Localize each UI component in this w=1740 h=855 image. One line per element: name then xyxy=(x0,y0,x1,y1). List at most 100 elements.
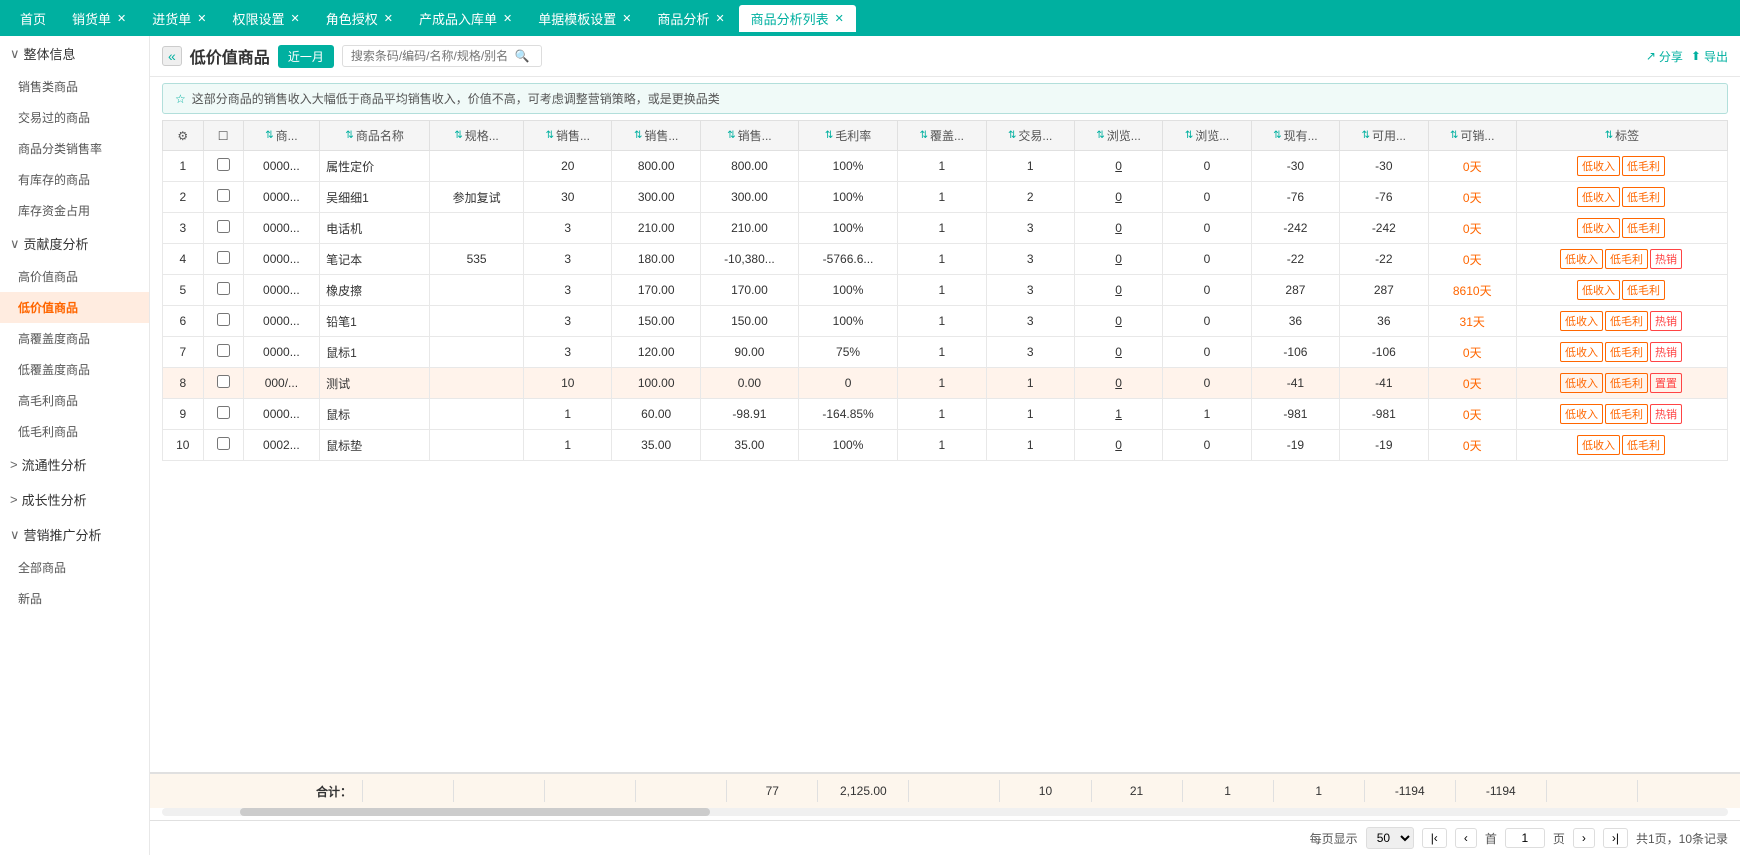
browse1-link[interactable]: 0 xyxy=(1115,345,1122,359)
sidebar-item-low-margin[interactable]: 低毛利商品 xyxy=(0,416,149,447)
sidebar-item-new-products[interactable]: 新品 xyxy=(0,583,149,614)
browse1-link[interactable]: 0 xyxy=(1115,314,1122,328)
sidebar-section-circulation[interactable]: > 流通性分析 xyxy=(0,447,149,482)
row-checkbox[interactable] xyxy=(217,437,230,450)
collapse-button[interactable]: « xyxy=(162,46,182,66)
th-checkbox[interactable]: ☐ xyxy=(203,121,243,151)
td-checkbox[interactable] xyxy=(203,306,243,337)
td-browse1[interactable]: 0 xyxy=(1074,368,1162,399)
data-table-wrapper[interactable]: ⚙ ☐ ⇅商... ⇅商品名称 ⇅规格... ⇅销售... ⇅销售... ⇅销售… xyxy=(150,120,1740,772)
browse1-link[interactable]: 0 xyxy=(1115,252,1122,266)
th-coverage[interactable]: ⇅覆盖... xyxy=(898,121,986,151)
close-icon[interactable]: ✕ xyxy=(384,12,393,25)
nav-role[interactable]: 角色授权 ✕ xyxy=(314,5,405,32)
export-button[interactable]: ⬆ 导出 xyxy=(1691,48,1728,65)
sidebar-item-stock-products[interactable]: 有库存的商品 xyxy=(0,164,149,195)
browse1-link[interactable]: 0 xyxy=(1115,438,1122,452)
browse1-link[interactable]: 0 xyxy=(1115,376,1122,390)
row-checkbox[interactable] xyxy=(217,251,230,264)
sidebar-item-stock-fund[interactable]: 库存资金占用 xyxy=(0,195,149,226)
sidebar-item-high-coverage[interactable]: 高覆盖度商品 xyxy=(0,323,149,354)
th-browse1[interactable]: ⇅浏览... xyxy=(1074,121,1162,151)
th-name[interactable]: ⇅商品名称 xyxy=(320,121,430,151)
nav-product-analysis-list[interactable]: 商品分析列表 ✕ xyxy=(739,5,856,32)
td-browse1[interactable]: 0 xyxy=(1074,244,1162,275)
td-browse1[interactable]: 0 xyxy=(1074,275,1162,306)
sidebar-item-low-value[interactable]: 低价值商品 xyxy=(0,292,149,323)
th-stock[interactable]: ⇅现有... xyxy=(1251,121,1339,151)
sidebar-item-sales-products[interactable]: 销售类商品 xyxy=(0,71,149,102)
row-checkbox[interactable] xyxy=(217,375,230,388)
sidebar-item-high-value[interactable]: 高价值商品 xyxy=(0,261,149,292)
nav-product-analysis[interactable]: 商品分析 ✕ xyxy=(645,5,736,32)
td-checkbox[interactable] xyxy=(203,368,243,399)
date-filter-button[interactable]: 近一月 xyxy=(278,45,334,68)
th-trade[interactable]: ⇅交易... xyxy=(986,121,1074,151)
td-checkbox[interactable] xyxy=(203,182,243,213)
th-saleable[interactable]: ⇅可销... xyxy=(1428,121,1516,151)
td-browse1[interactable]: 0 xyxy=(1074,151,1162,182)
sidebar-item-low-coverage[interactable]: 低覆盖度商品 xyxy=(0,354,149,385)
sidebar-section-growth[interactable]: > 成长性分析 xyxy=(0,482,149,517)
horizontal-scrollbar[interactable] xyxy=(162,808,1728,816)
sidebar-section-marketing[interactable]: ∨ 营销推广分析 xyxy=(0,517,149,552)
row-checkbox[interactable] xyxy=(217,313,230,326)
th-sales3[interactable]: ⇅销售... xyxy=(700,121,798,151)
prev-page-button[interactable]: ‹ xyxy=(1455,828,1477,848)
page-size-select[interactable]: 50 xyxy=(1366,827,1414,849)
close-icon[interactable]: ✕ xyxy=(503,12,512,25)
th-avail[interactable]: ⇅可用... xyxy=(1340,121,1428,151)
td-checkbox[interactable] xyxy=(203,213,243,244)
td-checkbox[interactable] xyxy=(203,244,243,275)
share-button[interactable]: ↗ 分享 xyxy=(1646,48,1683,65)
td-browse1[interactable]: 0 xyxy=(1074,213,1162,244)
nav-sales[interactable]: 销货单 ✕ xyxy=(60,5,138,32)
td-browse1[interactable]: 0 xyxy=(1074,337,1162,368)
td-checkbox[interactable] xyxy=(203,337,243,368)
close-icon[interactable]: ✕ xyxy=(117,12,126,25)
td-browse1[interactable]: 1 xyxy=(1074,399,1162,430)
nav-home[interactable]: 首页 xyxy=(8,5,58,32)
row-checkbox[interactable] xyxy=(217,282,230,295)
nav-purchase[interactable]: 进货单 ✕ xyxy=(140,5,218,32)
page-number-input[interactable] xyxy=(1505,828,1545,848)
close-icon[interactable]: ✕ xyxy=(835,12,844,25)
th-sales1[interactable]: ⇅销售... xyxy=(524,121,612,151)
td-browse1[interactable]: 0 xyxy=(1074,182,1162,213)
close-icon[interactable]: ✕ xyxy=(291,12,300,25)
td-checkbox[interactable] xyxy=(203,275,243,306)
td-checkbox[interactable] xyxy=(203,151,243,182)
sidebar-section-contribution[interactable]: ∨ 贡献度分析 xyxy=(0,226,149,261)
row-checkbox[interactable] xyxy=(217,406,230,419)
th-sales2[interactable]: ⇅销售... xyxy=(612,121,700,151)
next-page-button[interactable]: › xyxy=(1573,828,1595,848)
browse1-link[interactable]: 0 xyxy=(1115,283,1122,297)
first-page-button[interactable]: |‹ xyxy=(1422,828,1447,848)
row-checkbox[interactable] xyxy=(217,220,230,233)
browse1-link[interactable]: 0 xyxy=(1115,221,1122,235)
th-spec[interactable]: ⇅规格... xyxy=(430,121,524,151)
browse1-link[interactable]: 0 xyxy=(1115,190,1122,204)
th-browse2[interactable]: ⇅浏览... xyxy=(1163,121,1251,151)
td-checkbox[interactable] xyxy=(203,430,243,461)
close-icon[interactable]: ✕ xyxy=(622,12,631,25)
last-page-button[interactable]: ›| xyxy=(1603,828,1628,848)
th-code[interactable]: ⇅商... xyxy=(243,121,320,151)
sidebar-section-general[interactable]: ∨ 整体信息 xyxy=(0,36,149,71)
browse1-link[interactable]: 0 xyxy=(1115,159,1122,173)
th-gross-rate[interactable]: ⇅毛利率 xyxy=(798,121,897,151)
search-icon[interactable]: 🔍 xyxy=(515,49,530,63)
search-input[interactable] xyxy=(351,49,511,63)
close-icon[interactable]: ✕ xyxy=(197,12,206,25)
close-icon[interactable]: ✕ xyxy=(715,12,724,25)
th-tags[interactable]: ⇅标签 xyxy=(1516,121,1727,151)
row-checkbox[interactable] xyxy=(217,344,230,357)
sidebar-item-high-margin[interactable]: 高毛利商品 xyxy=(0,385,149,416)
sidebar-item-category-rate[interactable]: 商品分类销售率 xyxy=(0,133,149,164)
row-checkbox[interactable] xyxy=(217,189,230,202)
nav-permission[interactable]: 权限设置 ✕ xyxy=(220,5,311,32)
td-browse1[interactable]: 0 xyxy=(1074,306,1162,337)
th-settings[interactable]: ⚙ xyxy=(163,121,204,151)
browse1-link[interactable]: 1 xyxy=(1115,407,1122,421)
sidebar-item-all-products[interactable]: 全部商品 xyxy=(0,552,149,583)
